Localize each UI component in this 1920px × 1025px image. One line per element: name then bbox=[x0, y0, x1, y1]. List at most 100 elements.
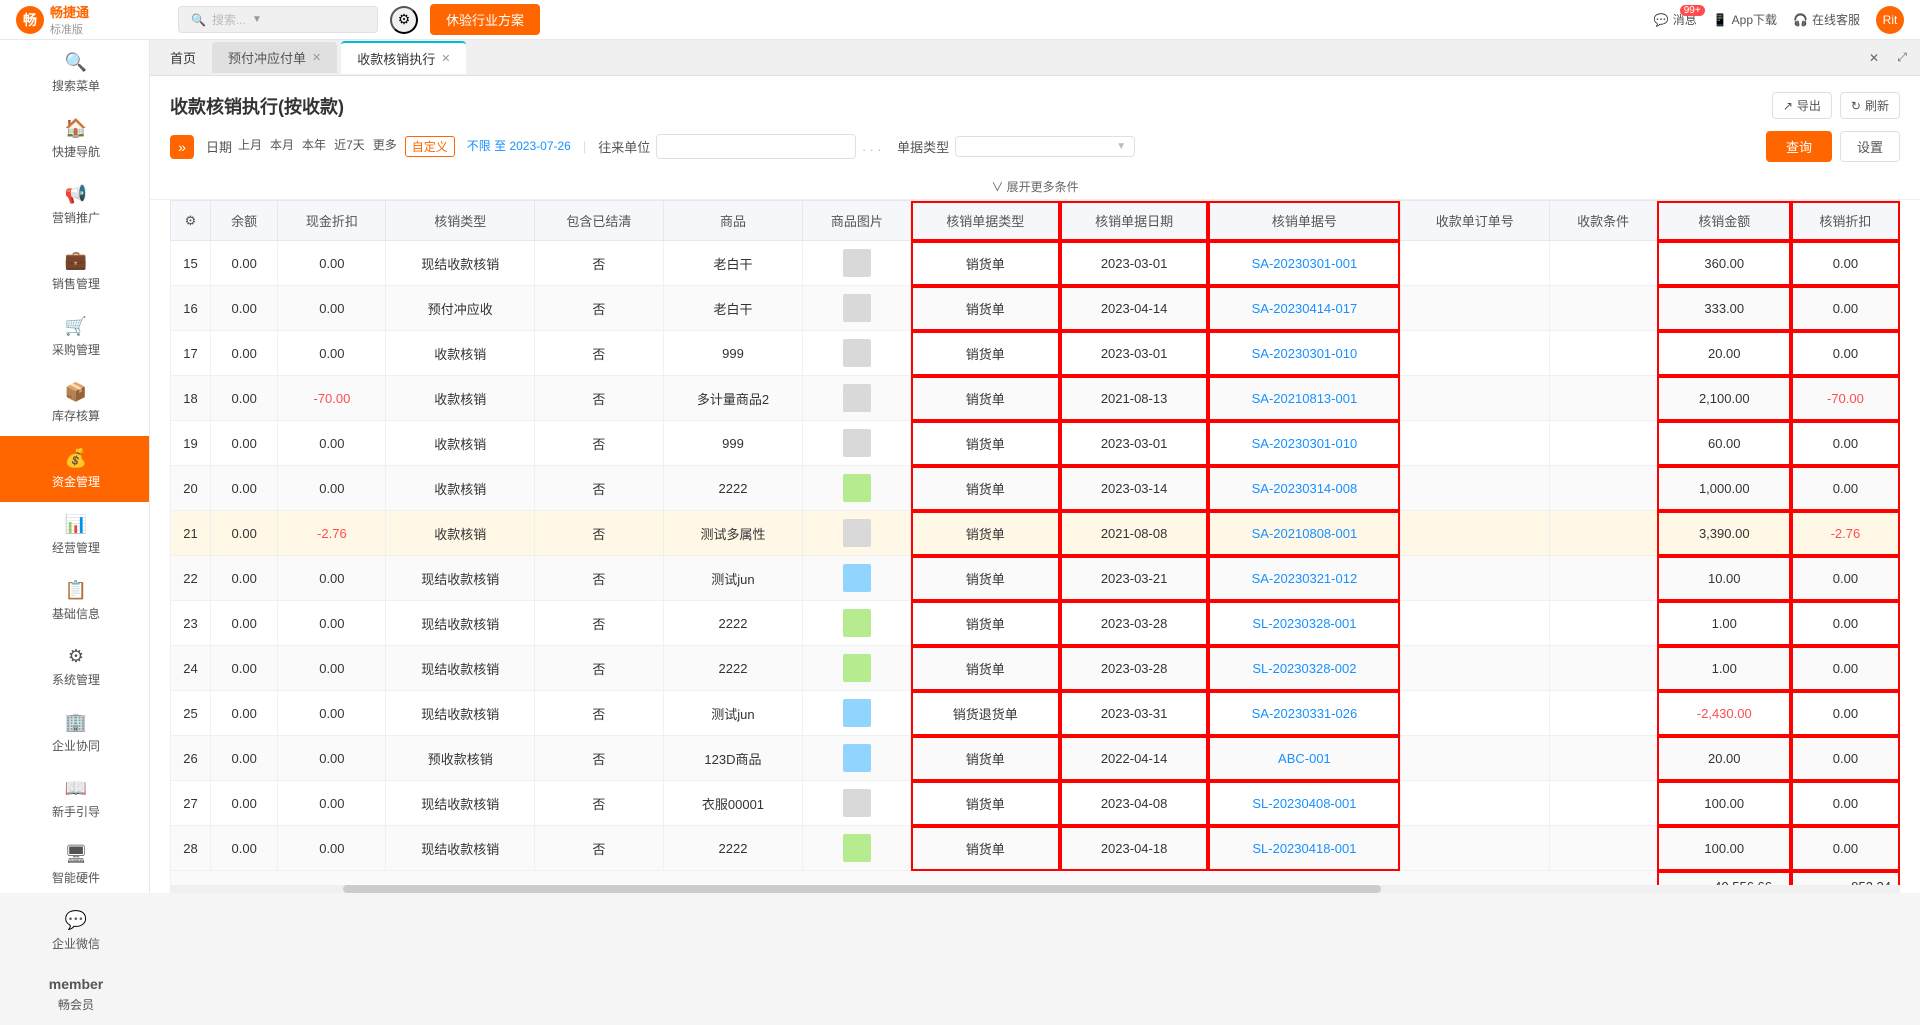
notification-button[interactable]: 💬 消息 99+ bbox=[1654, 11, 1697, 28]
sidebar-item-guide[interactable]: 📖 新手引导 bbox=[0, 766, 149, 832]
cell-writeoff-no[interactable]: SA-20230301-010 bbox=[1208, 421, 1400, 466]
filter-expand-button[interactable]: » bbox=[170, 135, 194, 159]
writeoff-no-link[interactable]: SA-20230301-001 bbox=[1252, 256, 1358, 271]
writeoff-no-link[interactable]: SA-20210813-001 bbox=[1252, 391, 1358, 406]
date-this-year[interactable]: 本年 bbox=[302, 136, 326, 157]
sidebar-item-inventory[interactable]: 📦 库存核算 bbox=[0, 370, 149, 436]
cell-writeoff-no[interactable]: SA-20230321-012 bbox=[1208, 556, 1400, 601]
cell-writeoff-voucher-type: 销货单 bbox=[911, 421, 1060, 466]
cell-include-settled: 否 bbox=[535, 466, 663, 511]
cell-writeoff-no[interactable]: SA-20210813-001 bbox=[1208, 376, 1400, 421]
writeoff-no-link[interactable]: SL-20230328-002 bbox=[1252, 661, 1356, 676]
cell-receipt-condition bbox=[1549, 511, 1657, 556]
date-label: 日期 bbox=[206, 137, 232, 156]
online-service-button[interactable]: 🎧 在线客服 bbox=[1793, 11, 1860, 28]
th-writeoff-type: 核销类型 bbox=[386, 201, 535, 241]
tab-collection-close[interactable]: ✕ bbox=[441, 52, 450, 65]
th-cash-discount: 现金折扣 bbox=[278, 201, 386, 241]
cell-cash-discount: 0.00 bbox=[278, 781, 386, 826]
writeoff-no-link[interactable]: SA-20230301-010 bbox=[1252, 346, 1358, 361]
sidebar-item-purchase[interactable]: 🛒 采购管理 bbox=[0, 304, 149, 370]
date-this-month[interactable]: 本月 bbox=[270, 136, 294, 157]
cell-writeoff-type: 收款核销 bbox=[386, 331, 535, 376]
cell-num: 24 bbox=[171, 646, 211, 691]
cell-writeoff-amount: 20.00 bbox=[1657, 736, 1791, 781]
sidebar-item-system[interactable]: ⚙ 系统管理 bbox=[0, 634, 149, 700]
main-layout: 🔍 搜索菜单 🏠 快捷导航 📢 营销推广 💼 销售管理 🛒 采购管理 📦 库存核… bbox=[0, 40, 1920, 893]
writeoff-no-link[interactable]: SL-20230408-001 bbox=[1252, 796, 1356, 811]
export-button[interactable]: ↗ 导出 bbox=[1772, 92, 1832, 119]
cell-writeoff-voucher-type: 销货单 bbox=[911, 286, 1060, 331]
tab-prepay-close[interactable]: ✕ bbox=[312, 51, 321, 64]
scrollbar-thumb[interactable] bbox=[343, 885, 1381, 893]
writeoff-no-link[interactable]: ABC-001 bbox=[1278, 751, 1331, 766]
cell-writeoff-no[interactable]: SL-20230418-001 bbox=[1208, 826, 1400, 871]
query-button[interactable]: 查询 bbox=[1766, 131, 1832, 162]
date-7days[interactable]: 近7天 bbox=[334, 136, 365, 157]
table-setting-button[interactable]: 设置 bbox=[1840, 131, 1900, 162]
th-settings[interactable]: ⚙ bbox=[171, 201, 211, 241]
sidebar-item-search[interactable]: 🔍 搜索菜单 bbox=[0, 40, 149, 106]
settings-button[interactable]: ⚙ bbox=[390, 6, 418, 34]
table-row: 27 0.00 0.00 现结收款核销 否 衣服00001 销货单 2023-0… bbox=[171, 781, 1900, 826]
tab-home[interactable]: 首页 bbox=[158, 42, 208, 73]
cell-receipt-condition bbox=[1549, 781, 1657, 826]
sidebar-item-quicknav[interactable]: 🏠 快捷导航 bbox=[0, 106, 149, 172]
sidebar-item-operation[interactable]: 📊 经营管理 bbox=[0, 502, 149, 568]
cell-writeoff-no[interactable]: SA-20230331-026 bbox=[1208, 691, 1400, 736]
cell-writeoff-no[interactable]: SL-20230408-001 bbox=[1208, 781, 1400, 826]
cell-writeoff-date: 2022-04-14 bbox=[1060, 736, 1209, 781]
window-maximize-btn[interactable]: ⤢ bbox=[1892, 48, 1912, 68]
sidebar-item-wechat[interactable]: 💬 企业微信 bbox=[0, 898, 149, 964]
writeoff-no-link[interactable]: SA-20230331-026 bbox=[1252, 706, 1358, 721]
window-close-btn[interactable]: ✕ bbox=[1864, 48, 1884, 68]
cell-writeoff-no[interactable]: SA-20230414-017 bbox=[1208, 286, 1400, 331]
app-download-button[interactable]: 📱 App下载 bbox=[1713, 11, 1777, 28]
sidebar-label-hardware: 智能硬件 bbox=[52, 869, 100, 886]
writeoff-no-link[interactable]: SA-20230414-017 bbox=[1252, 301, 1358, 316]
expand-conditions-button[interactable]: ∨ 展开更多条件 bbox=[150, 174, 1920, 200]
tab-prepay[interactable]: 预付冲应付单 ✕ bbox=[212, 42, 337, 73]
date-last-month[interactable]: 上月 bbox=[238, 136, 262, 157]
sidebar-item-basic[interactable]: 📋 基础信息 bbox=[0, 568, 149, 634]
sidebar-item-finance[interactable]: 💰 资金管理 bbox=[0, 436, 149, 502]
sidebar-item-hardware[interactable]: 🖥 智能硬件 bbox=[0, 832, 149, 898]
cell-num: 21 bbox=[171, 511, 211, 556]
cell-writeoff-no[interactable]: SL-20230328-002 bbox=[1208, 646, 1400, 691]
date-custom[interactable]: 自定义 bbox=[405, 136, 455, 157]
user-avatar[interactable]: Rit bbox=[1876, 6, 1904, 34]
date-more[interactable]: 更多 bbox=[373, 136, 397, 157]
top-search-bar[interactable]: 🔍 搜索... ▼ bbox=[178, 6, 378, 33]
writeoff-no-link[interactable]: SL-20230418-001 bbox=[1252, 841, 1356, 856]
sidebar-item-marketing[interactable]: 📢 营销推广 bbox=[0, 172, 149, 238]
cell-writeoff-no[interactable]: SA-20230301-001 bbox=[1208, 241, 1400, 286]
industry-button[interactable]: 休验行业方案 bbox=[430, 4, 540, 35]
sidebar-item-enterprise[interactable]: 🏢 企业协同 bbox=[0, 700, 149, 766]
table-row: 17 0.00 0.00 收款核销 否 999 销货单 2023-03-01 S… bbox=[171, 331, 1900, 376]
writeoff-no-link[interactable]: SA-20230321-012 bbox=[1252, 571, 1358, 586]
cell-num: 20 bbox=[171, 466, 211, 511]
cell-writeoff-no[interactable]: SA-20230301-010 bbox=[1208, 331, 1400, 376]
cell-receipt-condition bbox=[1549, 556, 1657, 601]
cell-writeoff-no[interactable]: SA-20230314-008 bbox=[1208, 466, 1400, 511]
marketing-icon: 📢 bbox=[65, 184, 87, 205]
page-content: 收款核销执行(按收款) ↗ 导出 ↻ 刷新 » 日期 bbox=[150, 76, 1920, 893]
writeoff-no-link[interactable]: SL-20230328-001 bbox=[1252, 616, 1356, 631]
cell-writeoff-date: 2023-03-01 bbox=[1060, 421, 1209, 466]
writeoff-no-link[interactable]: SA-20230314-008 bbox=[1252, 481, 1358, 496]
sidebar-item-member[interactable]: member 畅会员 bbox=[0, 964, 149, 1025]
from-unit-input[interactable] bbox=[656, 134, 856, 159]
writeoff-no-link[interactable]: SA-20230301-010 bbox=[1252, 436, 1358, 451]
cell-writeoff-no[interactable]: SA-20210808-001 bbox=[1208, 511, 1400, 556]
tab-collection[interactable]: 收款核销执行 ✕ bbox=[341, 41, 466, 74]
cell-writeoff-no[interactable]: ABC-001 bbox=[1208, 736, 1400, 781]
horizontal-scrollbar[interactable] bbox=[170, 885, 1900, 893]
writeoff-no-link[interactable]: SA-20210808-001 bbox=[1252, 526, 1358, 541]
cell-writeoff-date: 2023-03-31 bbox=[1060, 691, 1209, 736]
refresh-button[interactable]: ↻ 刷新 bbox=[1840, 92, 1900, 119]
cell-writeoff-no[interactable]: SL-20230328-001 bbox=[1208, 601, 1400, 646]
cell-writeoff-date: 2023-03-28 bbox=[1060, 646, 1209, 691]
cell-include-settled: 否 bbox=[535, 781, 663, 826]
sidebar-item-sales[interactable]: 💼 销售管理 bbox=[0, 238, 149, 304]
cell-receipt-order-no bbox=[1400, 601, 1549, 646]
